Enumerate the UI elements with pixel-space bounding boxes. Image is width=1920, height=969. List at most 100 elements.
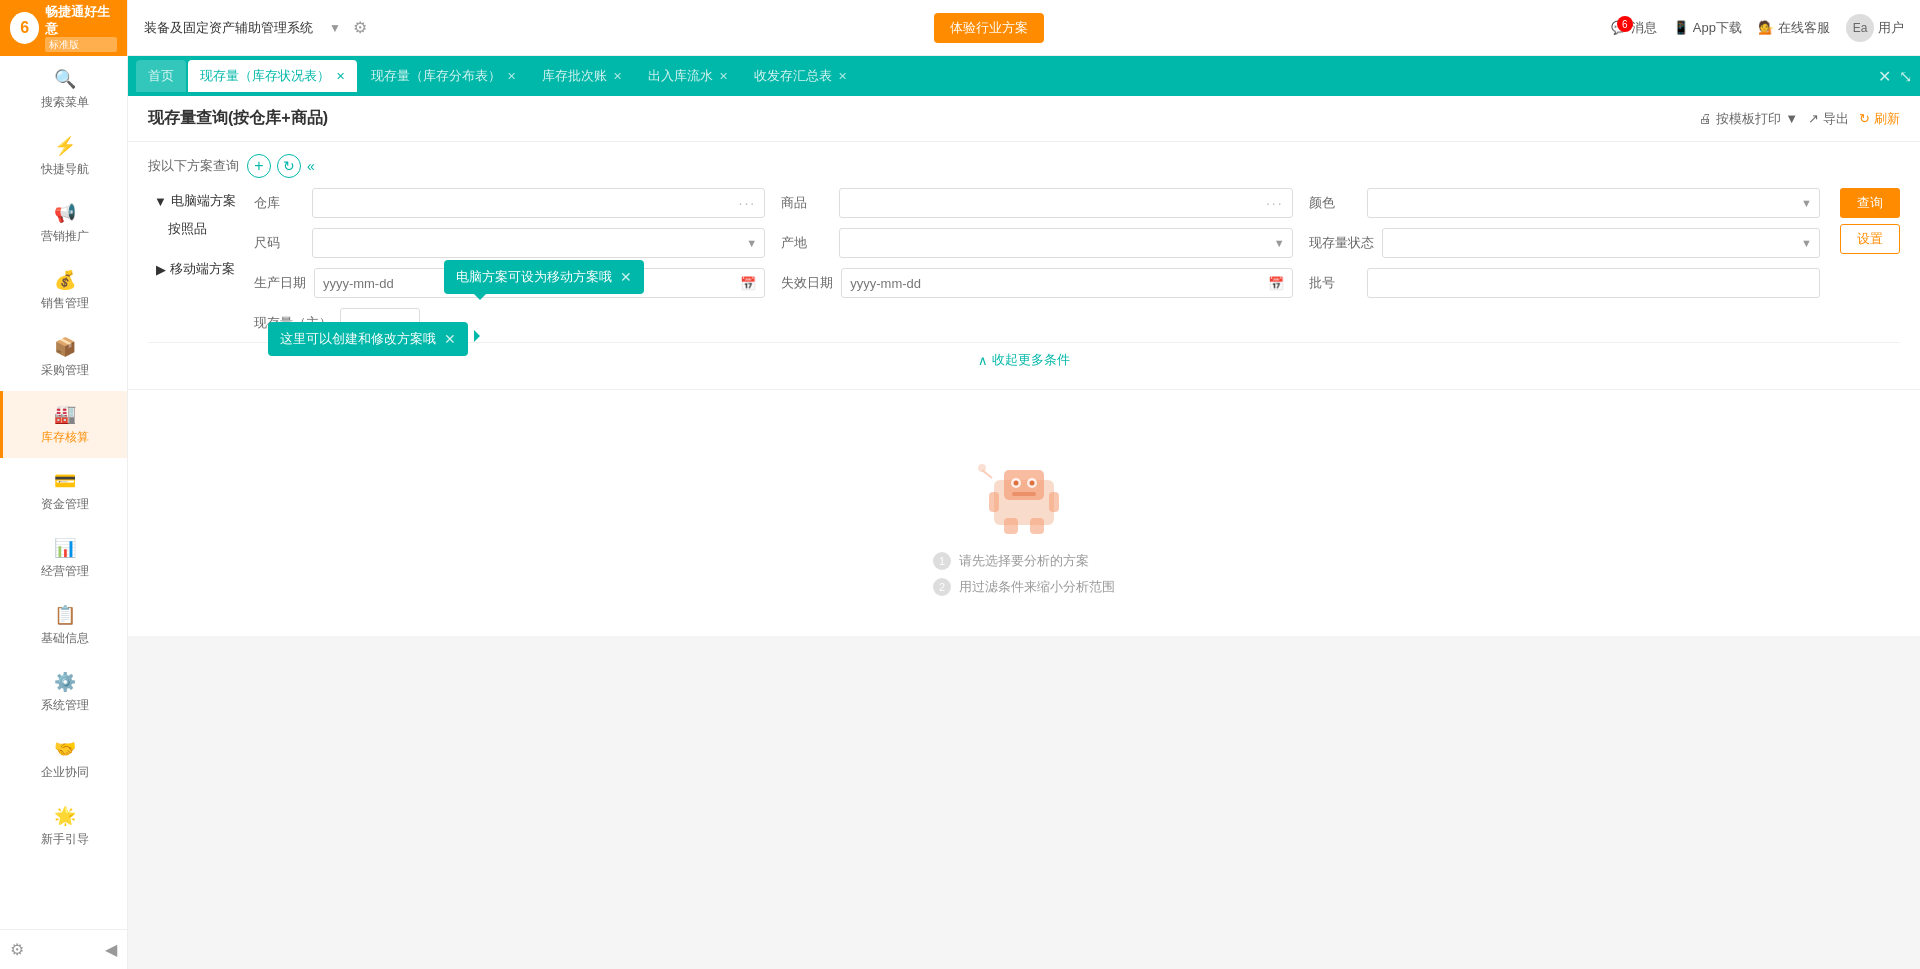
- color-label: 颜色: [1309, 194, 1359, 212]
- sidebar-item-system[interactable]: ⚙️ 系统管理: [0, 659, 127, 726]
- dots-icon: ···: [1266, 195, 1284, 211]
- add-scheme-btn[interactable]: +: [247, 154, 271, 178]
- empty-tips: 1 请先选择要分析的方案 2 用过滤条件来缩小分析范围: [933, 552, 1115, 596]
- batch-label: 批号: [1309, 274, 1359, 292]
- empty-tip-2: 2 用过滤条件来缩小分析范围: [933, 578, 1115, 596]
- sidebar-item-newbie[interactable]: 🌟 新手引导: [0, 793, 127, 860]
- main-container: 装备及固定资产辅助管理系统 ▼ ⚙ 体验行业方案 💬 6 消息 📱 App下载 …: [128, 0, 1920, 969]
- scheme-pc-item[interactable]: ▼ 电脑端方案: [148, 188, 242, 214]
- sidebar-item-marketing[interactable]: 📢 营销推广: [0, 190, 127, 257]
- refresh-scheme-btn[interactable]: ↻: [277, 154, 301, 178]
- sidebar-item-basic[interactable]: 📋 基础信息: [0, 592, 127, 659]
- stock-status-select[interactable]: [1382, 228, 1820, 258]
- filter-header-row: 按以下方案查询 + ↻ «: [148, 154, 1900, 178]
- industry-btn[interactable]: 体验行业方案: [934, 13, 1044, 43]
- tab-home-label: 首页: [148, 67, 174, 85]
- message-badge: 6: [1617, 16, 1633, 32]
- size-select-wrap: ▼: [312, 228, 765, 258]
- search-btn[interactable]: 查询: [1840, 188, 1900, 218]
- collapse-icon: ∧: [978, 353, 988, 368]
- scheme-mobile-label: 移动端方案: [170, 260, 235, 278]
- search-icon: 🔍: [54, 68, 76, 90]
- exp-date-input[interactable]: [850, 276, 1261, 291]
- close-all-icon[interactable]: ✕: [1878, 67, 1891, 86]
- back-btn[interactable]: «: [307, 158, 315, 174]
- tab-label: 现存量（库存分布表）: [371, 67, 501, 85]
- arrow-icon: ▶: [156, 262, 166, 277]
- tab-batch-account[interactable]: 库存批次账 ✕: [530, 60, 634, 92]
- logo-text: 畅捷通好生意 标准版: [45, 4, 117, 53]
- expand-icon[interactable]: ⤡: [1899, 67, 1912, 86]
- field-batch: 批号: [1309, 268, 1820, 298]
- app-download-action[interactable]: 📱 App下载: [1673, 19, 1742, 37]
- scheme-mobile-item[interactable]: ▶ 移动端方案: [148, 256, 242, 282]
- tab-close-icon[interactable]: ✕: [336, 70, 345, 83]
- sidebar-item-label: 资金管理: [41, 496, 89, 513]
- sidebar-item-finance[interactable]: 💳 资金管理: [0, 458, 127, 525]
- goods-label: 商品: [781, 194, 831, 212]
- tab-label: 现存量（库存状况表）: [200, 67, 330, 85]
- tip-num-1: 1: [933, 552, 951, 570]
- size-select[interactable]: [312, 228, 765, 258]
- export-btn[interactable]: ↗ 导出: [1808, 110, 1849, 128]
- template-print-btn[interactable]: 🖨 按模板打印 ▼: [1699, 110, 1798, 128]
- settings-icon[interactable]: ⚙: [10, 940, 24, 959]
- dots-icon: ···: [739, 195, 757, 211]
- collapse-label: 收起更多条件: [992, 351, 1070, 369]
- system-icon: ⚙️: [54, 671, 76, 693]
- sidebar-item-guide[interactable]: ⚡ 快捷导航: [0, 123, 127, 190]
- sidebar-item-inventory[interactable]: 🏭 库存核算: [0, 391, 127, 458]
- scheme-sub-item[interactable]: 按照品: [148, 216, 242, 242]
- page-header: 现存量查询(按仓库+商品) 🖨 按模板打印 ▼ ↗ 导出 ↻ 刷新: [128, 96, 1920, 142]
- tab-in-out-flow[interactable]: 出入库流水 ✕: [636, 60, 740, 92]
- field-stock-status: 现存量状态 ▼: [1309, 228, 1820, 258]
- support-action[interactable]: 💁 在线客服: [1758, 19, 1830, 37]
- svg-point-4: [1014, 481, 1019, 486]
- message-badge-wrap: 💬 6: [1611, 20, 1627, 35]
- tab-receive-summary[interactable]: 收发存汇总表 ✕: [742, 60, 859, 92]
- batch-input[interactable]: [1367, 268, 1820, 298]
- tab-close-icon[interactable]: ✕: [838, 70, 847, 83]
- reset-btn[interactable]: 设置: [1840, 224, 1900, 254]
- scheme-list: ▼ 电脑端方案 按照品 ▶ 移动端方案: [148, 188, 242, 282]
- tip-text-1: 请先选择要分析的方案: [959, 552, 1089, 570]
- field-color: 颜色 ▼: [1309, 188, 1820, 218]
- filter-area: 按以下方案查询 + ↻ « 电脑方案可设为移动方案哦 ✕: [128, 142, 1920, 390]
- refresh-btn[interactable]: ↻ 刷新: [1859, 110, 1900, 128]
- sidebar-item-operation[interactable]: 📊 经营管理: [0, 525, 127, 592]
- warehouse-input[interactable]: ···: [312, 188, 765, 218]
- calendar-icon[interactable]: 📅: [740, 276, 756, 291]
- user-label: 用户: [1878, 19, 1904, 37]
- settings-icon[interactable]: ⚙: [353, 18, 367, 37]
- app-icon: 📱: [1673, 20, 1689, 35]
- tab-inventory-dist[interactable]: 现存量（库存分布表） ✕: [359, 60, 528, 92]
- tab-inventory-status[interactable]: 现存量（库存状况表） ✕: [188, 60, 357, 92]
- message-label: 消息: [1631, 19, 1657, 37]
- tab-close-icon[interactable]: ✕: [507, 70, 516, 83]
- sidebar-item-purchase[interactable]: 📦 采购管理: [0, 324, 127, 391]
- size-label: 尺码: [254, 234, 304, 252]
- collapse-sidebar-icon[interactable]: ◀: [105, 940, 117, 959]
- finance-icon: 💳: [54, 470, 76, 492]
- tab-close-icon[interactable]: ✕: [613, 70, 622, 83]
- exp-date-input-wrap[interactable]: 📅: [841, 268, 1292, 298]
- color-select[interactable]: [1367, 188, 1820, 218]
- warehouse-label: 仓库: [254, 194, 304, 212]
- message-action[interactable]: 💬 6 消息: [1611, 19, 1657, 37]
- goods-input[interactable]: ···: [839, 188, 1292, 218]
- tooltip-close-icon[interactable]: ✕: [444, 331, 456, 347]
- user-action[interactable]: Ea 用户: [1846, 14, 1904, 42]
- tooltip-close-icon[interactable]: ✕: [620, 269, 632, 285]
- basic-icon: 📋: [54, 604, 76, 626]
- tab-close-icon[interactable]: ✕: [719, 70, 728, 83]
- sidebar-item-collab[interactable]: 🤝 企业协同: [0, 726, 127, 793]
- stock-status-label: 现存量状态: [1309, 234, 1374, 252]
- field-exp-date: 失效日期 📅: [781, 268, 1292, 298]
- sidebar-item-sales[interactable]: 💰 销售管理: [0, 257, 127, 324]
- dropdown-icon: ▼: [1785, 111, 1798, 126]
- sidebar-item-search[interactable]: 🔍 搜索菜单: [0, 56, 127, 123]
- field-origin: 产地 ▼: [781, 228, 1292, 258]
- origin-select[interactable]: [839, 228, 1292, 258]
- tab-home[interactable]: 首页: [136, 60, 186, 92]
- calendar-icon[interactable]: 📅: [1268, 276, 1284, 291]
